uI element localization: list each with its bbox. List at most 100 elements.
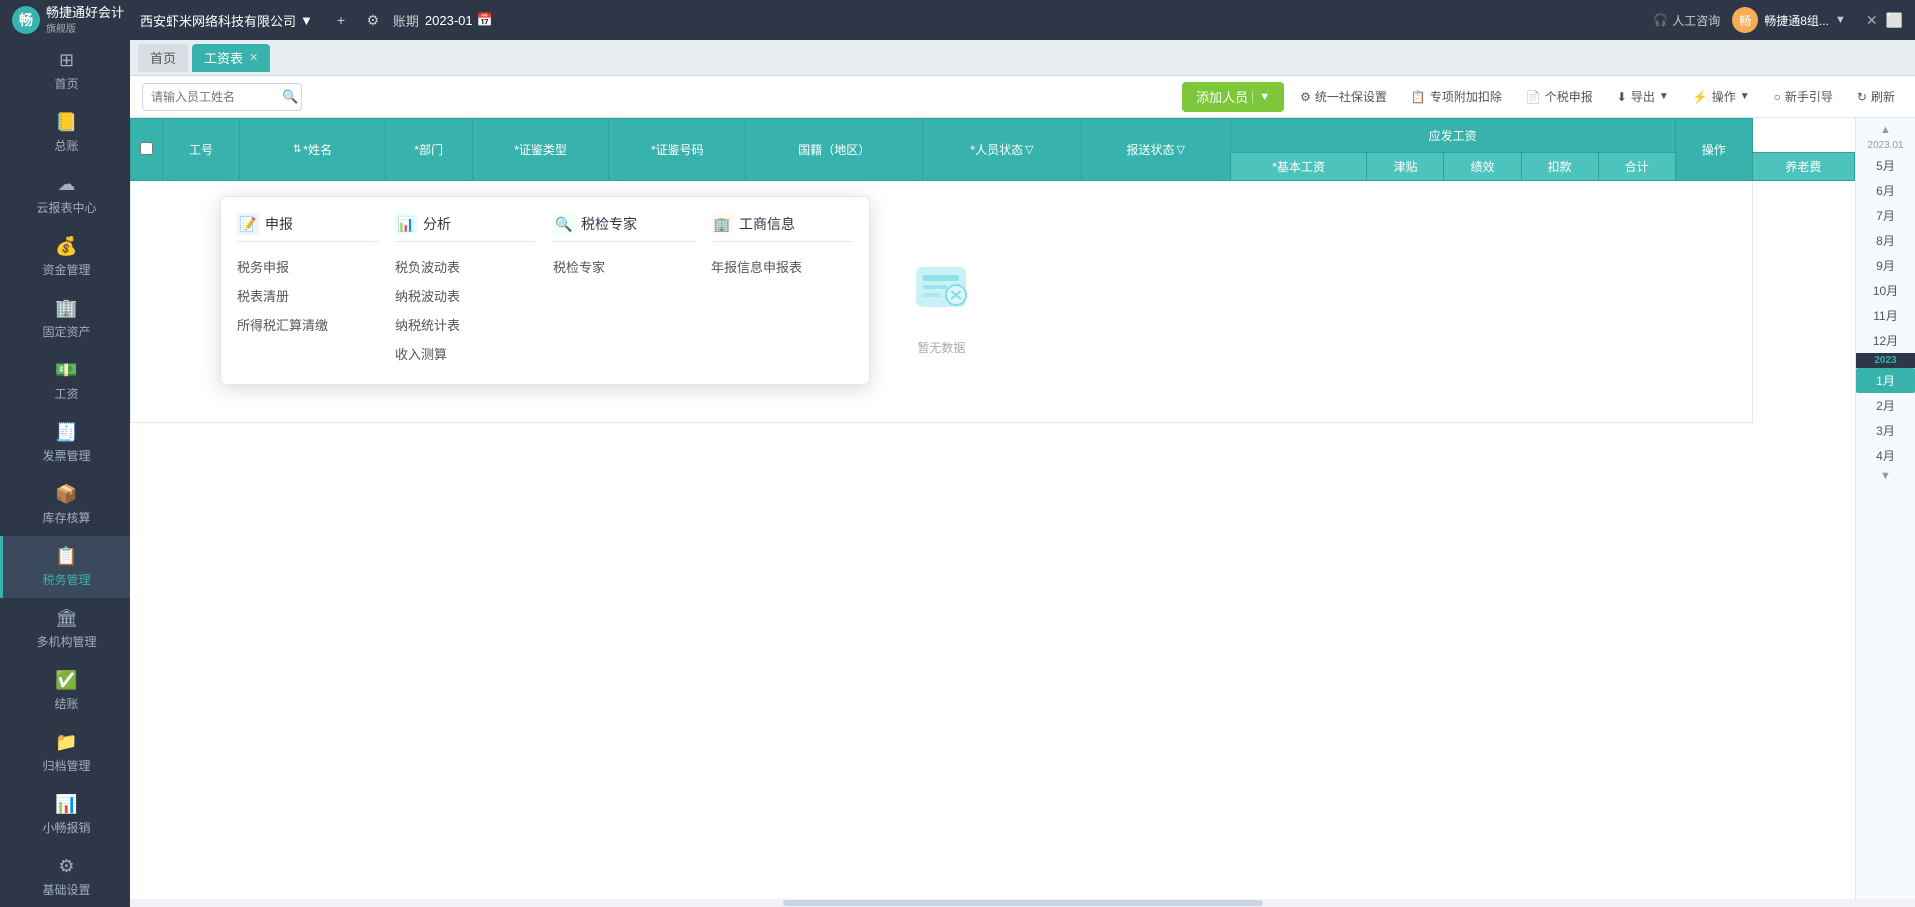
calendar-year-prev: 2023.01 [1856, 138, 1915, 153]
user-avatar: 畅 [1732, 7, 1758, 33]
calendar-year-current: 2023 [1856, 353, 1915, 368]
settings-button[interactable]: ⚙ [361, 8, 385, 32]
tax-declare-label: 个税申报 [1545, 88, 1593, 105]
sidebar-item-inventory[interactable]: 📦 库存核算 [0, 474, 130, 536]
sidebar-item-cloud[interactable]: ☁ 云报表中心 [0, 164, 130, 226]
app-subtitle: 旗舰版 [46, 20, 124, 35]
th-salary-group: 应发工资 [1230, 119, 1675, 153]
sidebar-label-cloud: 云报表中心 [36, 199, 96, 216]
refresh-label: 刷新 [1871, 88, 1895, 105]
company-dropdown-icon: ▼ [300, 13, 313, 28]
sidebar-item-settle[interactable]: ✅ 结账 [0, 660, 130, 722]
content-area: 首页 工资表 ✕ 🔍 添加人员 ▼ ⚙ 统一社保设置 📋 [130, 40, 1915, 907]
operate-button[interactable]: ⚡ 操作 ▼ [1685, 83, 1758, 111]
calendar-month-4[interactable]: 4月 [1856, 443, 1915, 468]
calendar-month-7[interactable]: 7月 [1856, 203, 1915, 228]
dropdown-menu[interactable]: 📝 申报 税务申报 税表清册 所得税汇算清缴 📊 分析 [220, 196, 870, 385]
tax-declare-icon: 📄 [1526, 90, 1541, 104]
period-value[interactable]: 2023-01 [425, 13, 473, 28]
calendar-month-6[interactable]: 6月 [1856, 178, 1915, 203]
social-security-button[interactable]: ⚙ 统一社保设置 [1292, 83, 1395, 111]
calendar-month-9[interactable]: 9月 [1856, 253, 1915, 278]
calendar-month-1[interactable]: 1月 [1856, 368, 1915, 393]
menu-item-tax-expert[interactable]: 税检专家 [553, 252, 695, 281]
menu-item-tax-stat[interactable]: 纳税统计表 [395, 310, 537, 339]
scroll-thumb[interactable] [783, 900, 1263, 906]
section-bizinfo-title: 🏢 工商信息 [711, 213, 853, 242]
th-base-salary: *基本工资 [1230, 153, 1367, 181]
th-report-status: 报送状态 ▽ [1081, 119, 1230, 181]
sidebar-item-tax[interactable]: 📋 税务管理 [0, 536, 130, 598]
maximize-window-icon[interactable]: ⬜ [1886, 12, 1903, 29]
toolbar-right: 添加人员 ▼ ⚙ 统一社保设置 📋 专项附加扣除 📄 个税申报 ⬇ 导 [1182, 82, 1903, 112]
sidebar-item-basic[interactable]: ⚙ 基础设置 [0, 846, 130, 907]
calendar-nav-down[interactable]: ▼ [1880, 468, 1891, 484]
select-all-checkbox[interactable] [140, 142, 153, 155]
status-filter-icon[interactable]: ▽ [1025, 143, 1033, 156]
export-icon: ⬇ [1617, 90, 1627, 104]
sidebar-item-invoice[interactable]: 🧾 发票管理 [0, 412, 130, 474]
main-layout: ⊞ 首页 📒 总账 ☁ 云报表中心 💰 资金管理 🏢 固定资产 💵 工资 🧾 发… [0, 40, 1915, 907]
calendar-nav-up[interactable]: ▲ [1880, 122, 1891, 138]
th-checkbox[interactable] [131, 119, 163, 181]
th-dept: *部门 [385, 119, 472, 181]
th-performance: 绩效 [1444, 153, 1521, 181]
th-name: ⇅ *姓名 [240, 119, 386, 181]
menu-section-declare: 📝 申报 税务申报 税表清册 所得税汇算清缴 [237, 213, 379, 368]
menu-item-tax-burden[interactable]: 税负波动表 [395, 252, 537, 281]
calendar-month-5[interactable]: 5月 [1856, 153, 1915, 178]
calendar-month-8[interactable]: 8月 [1856, 228, 1915, 253]
tax-declare-button[interactable]: 📄 个税申报 [1518, 83, 1601, 111]
user-button[interactable]: 畅 畅捷通8组... ▼ [1732, 7, 1846, 33]
calendar-month-2[interactable]: 2月 [1856, 393, 1915, 418]
sidebar-item-multi[interactable]: 🏛 多机构管理 [0, 598, 130, 660]
expert-icon: 🔍 [553, 213, 575, 235]
special-deduct-label: 专项附加扣除 [1430, 88, 1502, 105]
sidebar-item-salary[interactable]: 💵 工资 [0, 350, 130, 412]
tab-bar: 首页 工资表 ✕ [130, 40, 1915, 76]
calendar-month-10[interactable]: 10月 [1856, 278, 1915, 303]
calendar-month-12[interactable]: 12月 [1856, 328, 1915, 353]
close-window-icon[interactable]: ✕ [1866, 12, 1878, 29]
tax-icon: 📋 [55, 546, 77, 567]
tab-home[interactable]: 首页 [138, 44, 188, 72]
guide-button[interactable]: ○ 新手引导 [1766, 83, 1841, 111]
refresh-button[interactable]: ↻ 刷新 [1849, 83, 1903, 111]
period-label: 账期 [393, 11, 419, 30]
search-input[interactable] [142, 83, 302, 111]
th-status: *人员状态 ▽ [923, 119, 1082, 181]
sidebar-label-inventory: 库存核算 [42, 509, 90, 526]
help-button[interactable]: 🎧 人工咨询 [1653, 12, 1720, 29]
th-total: 合计 [1598, 153, 1675, 181]
period-calendar-icon[interactable]: 📅 [477, 12, 493, 28]
special-deduct-button[interactable]: 📋 专项附加扣除 [1403, 83, 1510, 111]
calendar-month-11[interactable]: 11月 [1856, 303, 1915, 328]
report-filter-icon[interactable]: ▽ [1176, 143, 1184, 156]
add-person-button[interactable]: 添加人员 ▼ [1182, 82, 1284, 112]
salary-icon: 💵 [55, 360, 77, 381]
menu-item-annual-report[interactable]: 年报信息申报表 [711, 252, 853, 281]
sidebar-item-home[interactable]: ⊞ 首页 [0, 40, 130, 102]
tab-close-icon[interactable]: ✕ [249, 51, 258, 64]
refresh-icon: ↻ [1857, 90, 1867, 104]
sidebar-item-assets[interactable]: 🏢 固定资产 [0, 288, 130, 350]
guide-label: 新手引导 [1785, 88, 1833, 105]
export-button[interactable]: ⬇ 导出 ▼ [1609, 83, 1677, 111]
menu-item-income-tax[interactable]: 所得税汇算清缴 [237, 310, 379, 339]
search-icon[interactable]: 🔍 [282, 89, 298, 105]
sidebar-item-ledger[interactable]: 📒 总账 [0, 102, 130, 164]
sidebar-item-archive[interactable]: 📁 归档管理 [0, 722, 130, 784]
menu-item-tax-payment[interactable]: 纳税波动表 [395, 281, 537, 310]
sidebar-item-fund[interactable]: 💰 资金管理 [0, 226, 130, 288]
tab-salary-label: 工资表 [204, 48, 243, 67]
calendar-month-3[interactable]: 3月 [1856, 418, 1915, 443]
menu-item-income-calc[interactable]: 收入测算 [395, 339, 537, 368]
add-button[interactable]: + [329, 8, 353, 32]
menu-item-tax-form[interactable]: 税表清册 [237, 281, 379, 310]
menu-item-tax-declare[interactable]: 税务申报 [237, 252, 379, 281]
top-bar: 畅 畅捷通好会计 旗舰版 西安虾米网络科技有限公司 ▼ + ⚙ 账期 2023-… [0, 0, 1915, 40]
tab-salary-table[interactable]: 工资表 ✕ [192, 44, 270, 72]
company-selector[interactable]: 西安虾米网络科技有限公司 ▼ [140, 11, 313, 30]
th-ops: 操作 [1675, 119, 1752, 181]
sidebar-item-report[interactable]: 📊 小畅报销 [0, 784, 130, 846]
